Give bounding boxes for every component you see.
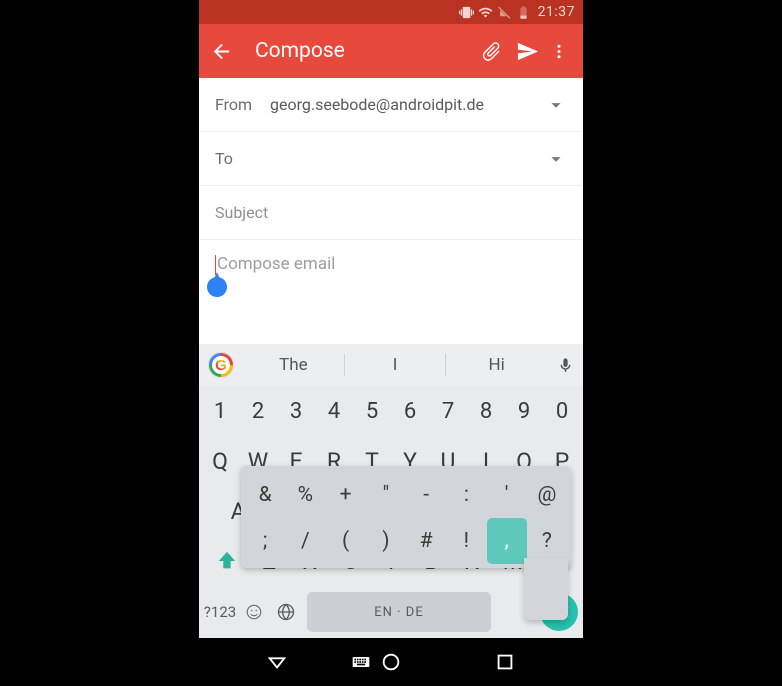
triangle-down-icon	[266, 651, 288, 673]
mic-icon	[557, 357, 574, 374]
key-3[interactable]: 3	[277, 389, 315, 433]
key-1[interactable]: 1	[201, 389, 239, 433]
nav-ime-switch[interactable]	[349, 650, 373, 674]
popup-key[interactable]: ;	[245, 518, 285, 564]
popup-key[interactable]: +	[326, 472, 366, 518]
globe-icon	[276, 602, 296, 622]
status-clock: 21:37	[538, 4, 575, 20]
key-9[interactable]: 9	[505, 389, 543, 433]
symbols-key[interactable]: ?123	[201, 603, 239, 621]
attach-button[interactable]	[473, 33, 509, 69]
subject-placeholder: Subject	[215, 203, 268, 222]
more-vert-icon	[550, 40, 568, 63]
nav-recents[interactable]	[493, 650, 517, 674]
shift-icon	[216, 550, 238, 572]
attachment-icon	[480, 40, 503, 63]
popup-key[interactable]: /	[285, 518, 325, 564]
popup-key[interactable]: "	[366, 472, 406, 518]
battery-icon	[516, 5, 531, 20]
navigation-bar	[199, 638, 583, 686]
popup-key[interactable]: #	[406, 518, 446, 564]
voice-input-button[interactable]	[547, 357, 583, 374]
popup-key[interactable]: '	[487, 472, 527, 518]
key-2[interactable]: 2	[239, 389, 277, 433]
send-icon	[516, 40, 539, 63]
back-button[interactable]	[209, 39, 233, 63]
popup-key[interactable]: %	[285, 472, 325, 518]
compose-body[interactable]: Compose email	[199, 240, 583, 344]
popup-key[interactable]: )	[366, 518, 406, 564]
to-row[interactable]: To	[199, 132, 583, 186]
language-key[interactable]	[269, 602, 303, 622]
wifi-icon	[478, 5, 493, 20]
status-bar: 21:37	[199, 0, 583, 24]
square-icon	[494, 651, 516, 673]
chevron-down-icon[interactable]	[545, 148, 567, 170]
to-label: To	[215, 149, 270, 168]
key-4[interactable]: 4	[315, 389, 353, 433]
popup-key[interactable]: ,	[487, 518, 527, 564]
space-key[interactable]: EN · DE	[307, 592, 491, 632]
suggestion-3[interactable]: Hi	[446, 355, 547, 375]
app-bar-title: Compose	[255, 39, 473, 63]
no-sim-icon	[497, 5, 512, 20]
from-row[interactable]: From georg.seebode@androidpit.de	[199, 78, 583, 132]
emoji-icon	[245, 603, 263, 621]
popup-key[interactable]: (	[326, 518, 366, 564]
suggestion-bar: G The I Hi	[199, 344, 583, 386]
subject-row[interactable]: Subject	[199, 186, 583, 240]
key-q[interactable]: Q	[201, 439, 239, 483]
cursor-handle[interactable]	[207, 277, 227, 297]
key-6[interactable]: 6	[391, 389, 429, 433]
vibrate-icon	[459, 5, 474, 20]
key-5[interactable]: 5	[353, 389, 391, 433]
nav-home[interactable]	[379, 650, 403, 674]
emoji-key[interactable]	[239, 603, 269, 621]
chevron-down-icon	[545, 94, 567, 116]
circle-icon	[380, 651, 402, 673]
keyboard-icon	[351, 652, 371, 672]
google-icon[interactable]: G	[209, 353, 233, 377]
key-longpress-popup[interactable]: &%+"-:'@ ;/()#!,?	[241, 466, 571, 568]
popup-key[interactable]: :	[446, 472, 486, 518]
key-0[interactable]: 0	[543, 389, 581, 433]
popup-key[interactable]: !	[446, 518, 486, 564]
app-bar: Compose	[199, 24, 583, 78]
key-7[interactable]: 7	[429, 389, 467, 433]
key-8[interactable]: 8	[467, 389, 505, 433]
send-button[interactable]	[509, 33, 545, 69]
key-popup-stem	[524, 558, 568, 620]
arrow-left-icon	[210, 40, 233, 63]
popup-key[interactable]: @	[527, 472, 567, 518]
popup-key[interactable]: &	[245, 472, 285, 518]
suggestion-1[interactable]: The	[243, 355, 344, 375]
from-value: georg.seebode@androidpit.de	[270, 95, 545, 114]
keyboard-row-numbers: 1234567890	[199, 386, 583, 436]
popup-key[interactable]: -	[406, 472, 446, 518]
suggestion-2[interactable]: I	[345, 355, 446, 375]
body-placeholder: Compose email	[217, 254, 335, 274]
overflow-button[interactable]	[545, 33, 573, 69]
nav-back[interactable]	[265, 650, 289, 674]
from-label: From	[215, 95, 270, 114]
